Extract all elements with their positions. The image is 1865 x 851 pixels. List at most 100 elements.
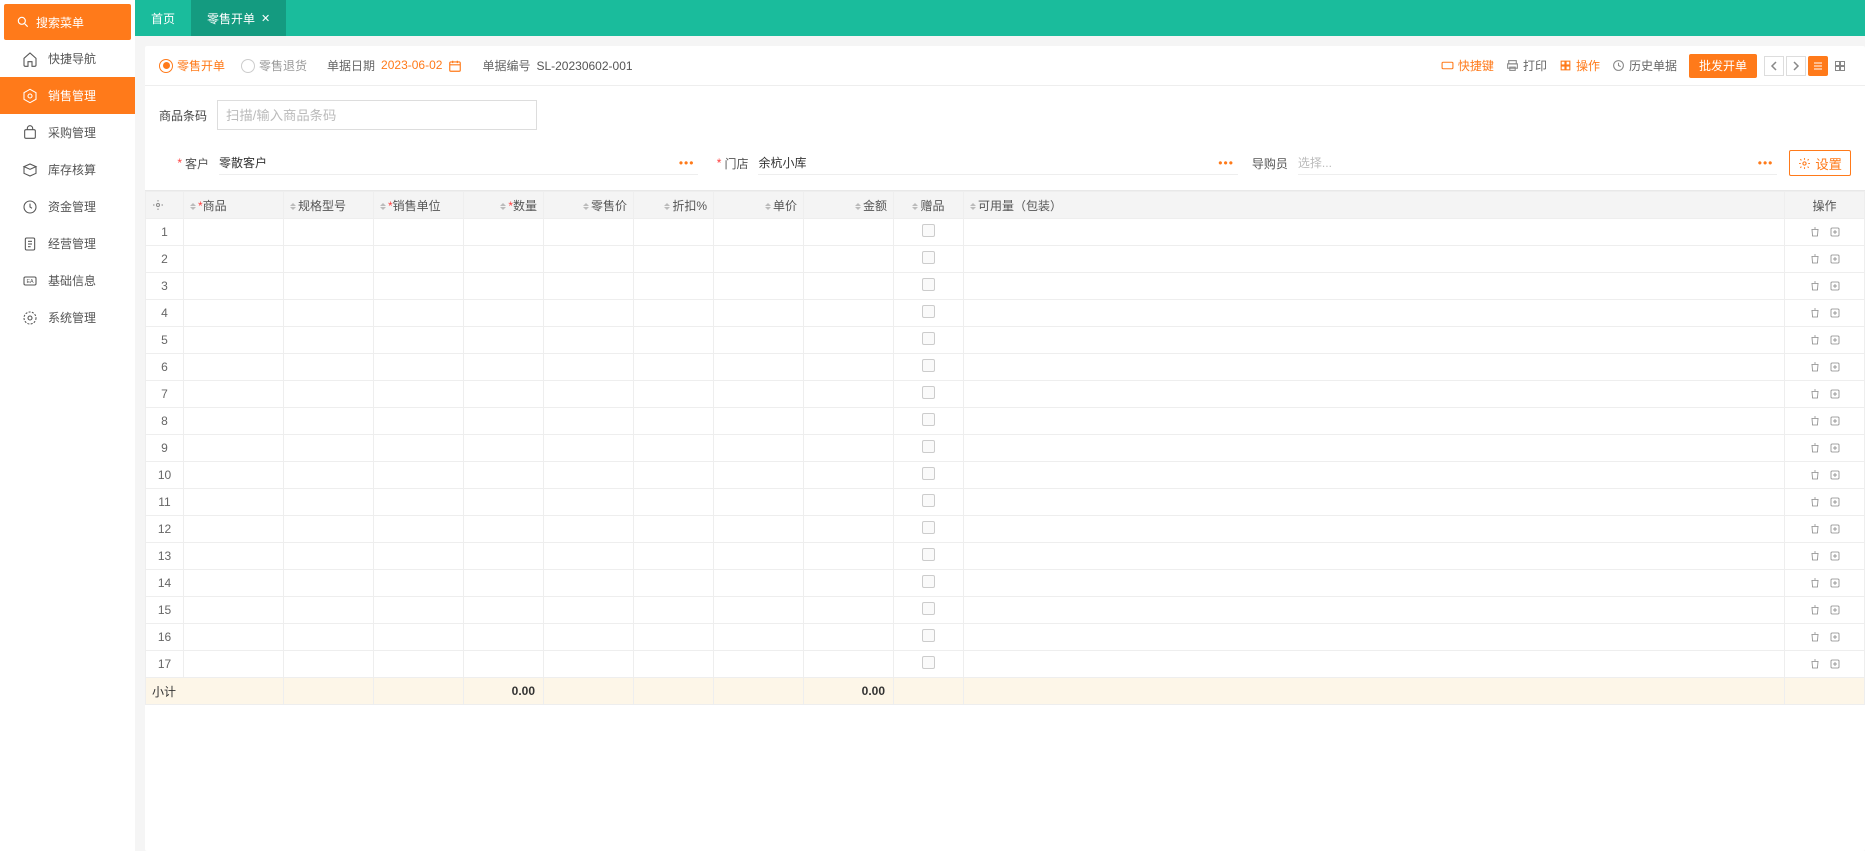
operate-button[interactable]: 操作 <box>1553 57 1606 74</box>
cell-price[interactable] <box>714 489 804 516</box>
customer-field[interactable]: *客户 零散客户••• <box>159 151 698 175</box>
cell-avail[interactable] <box>964 570 1785 597</box>
add-row-button[interactable] <box>1827 386 1843 402</box>
cell-amount[interactable] <box>804 219 894 246</box>
cell-retail[interactable] <box>544 516 634 543</box>
add-row-button[interactable] <box>1827 413 1843 429</box>
cell-avail[interactable] <box>964 651 1785 678</box>
delete-row-button[interactable] <box>1807 521 1823 537</box>
cell-price[interactable] <box>714 651 804 678</box>
table-row[interactable]: 9 <box>146 435 1865 462</box>
checkbox-icon[interactable] <box>922 494 935 507</box>
cell-avail[interactable] <box>964 219 1785 246</box>
add-row-button[interactable] <box>1827 359 1843 375</box>
cell-discount[interactable] <box>634 327 714 354</box>
cell-spec[interactable] <box>284 435 374 462</box>
cell-amount[interactable] <box>804 435 894 462</box>
checkbox-icon[interactable] <box>922 305 935 318</box>
cell-avail[interactable] <box>964 273 1785 300</box>
add-row-button[interactable] <box>1827 656 1843 672</box>
col-avail[interactable]: 可用量（包装） <box>964 192 1785 219</box>
table-row[interactable]: 17 <box>146 651 1865 678</box>
cell-unit[interactable] <box>374 489 464 516</box>
tab-1[interactable]: 零售开单✕ <box>191 0 286 36</box>
checkbox-icon[interactable] <box>922 656 935 669</box>
cell-discount[interactable] <box>634 570 714 597</box>
cell-price[interactable] <box>714 327 804 354</box>
table-row[interactable]: 14 <box>146 570 1865 597</box>
col-qty[interactable]: *数量 <box>464 192 544 219</box>
table-row[interactable]: 4 <box>146 300 1865 327</box>
delete-row-button[interactable] <box>1807 413 1823 429</box>
cell-amount[interactable] <box>804 543 894 570</box>
cell-retail[interactable] <box>544 408 634 435</box>
delete-row-button[interactable] <box>1807 656 1823 672</box>
table-row[interactable]: 1 <box>146 219 1865 246</box>
cell-product[interactable] <box>184 246 284 273</box>
history-button[interactable]: 历史单据 <box>1606 57 1683 74</box>
cell-gift[interactable] <box>894 543 964 570</box>
cell-amount[interactable] <box>804 597 894 624</box>
col-unit[interactable]: *销售单位 <box>374 192 464 219</box>
col-discount[interactable]: 折扣% <box>634 192 714 219</box>
delete-row-button[interactable] <box>1807 467 1823 483</box>
col-gear[interactable] <box>146 192 184 219</box>
cell-price[interactable] <box>714 462 804 489</box>
cell-gift[interactable] <box>894 489 964 516</box>
cell-gift[interactable] <box>894 246 964 273</box>
cell-spec[interactable] <box>284 516 374 543</box>
prev-doc-button[interactable] <box>1764 56 1784 76</box>
cell-amount[interactable] <box>804 408 894 435</box>
checkbox-icon[interactable] <box>922 224 935 237</box>
cell-retail[interactable] <box>544 435 634 462</box>
cell-discount[interactable] <box>634 462 714 489</box>
store-field[interactable]: *门店 余杭小库••• <box>698 151 1237 175</box>
checkbox-icon[interactable] <box>922 386 935 399</box>
delete-row-button[interactable] <box>1807 602 1823 618</box>
cell-avail[interactable] <box>964 246 1785 273</box>
cell-price[interactable] <box>714 624 804 651</box>
cell-product[interactable] <box>184 408 284 435</box>
cell-product[interactable] <box>184 624 284 651</box>
cell-gift[interactable] <box>894 462 964 489</box>
cell-avail[interactable] <box>964 597 1785 624</box>
delete-row-button[interactable] <box>1807 278 1823 294</box>
add-row-button[interactable] <box>1827 224 1843 240</box>
cell-price[interactable] <box>714 354 804 381</box>
col-product[interactable]: *商品 <box>184 192 284 219</box>
cell-spec[interactable] <box>284 489 374 516</box>
col-retail[interactable]: 零售价 <box>544 192 634 219</box>
checkbox-icon[interactable] <box>922 548 935 561</box>
cell-amount[interactable] <box>804 651 894 678</box>
cell-qty[interactable] <box>464 408 544 435</box>
add-row-button[interactable] <box>1827 548 1843 564</box>
cell-spec[interactable] <box>284 408 374 435</box>
cell-discount[interactable] <box>634 516 714 543</box>
nav-item-7[interactable]: 系统管理 <box>0 299 135 336</box>
cell-avail[interactable] <box>964 354 1785 381</box>
print-button[interactable]: 打印 <box>1500 57 1553 74</box>
cell-amount[interactable] <box>804 489 894 516</box>
cell-avail[interactable] <box>964 624 1785 651</box>
cell-retail[interactable] <box>544 381 634 408</box>
cell-retail[interactable] <box>544 273 634 300</box>
cell-retail[interactable] <box>544 543 634 570</box>
table-row[interactable]: 6 <box>146 354 1865 381</box>
cell-price[interactable] <box>714 570 804 597</box>
cell-gift[interactable] <box>894 273 964 300</box>
cell-discount[interactable] <box>634 543 714 570</box>
add-row-button[interactable] <box>1827 278 1843 294</box>
cell-gift[interactable] <box>894 408 964 435</box>
guide-field[interactable]: 导购员 选择...••• <box>1238 151 1777 175</box>
cell-qty[interactable] <box>464 543 544 570</box>
cell-spec[interactable] <box>284 219 374 246</box>
cell-product[interactable] <box>184 381 284 408</box>
cell-gift[interactable] <box>894 570 964 597</box>
cell-product[interactable] <box>184 219 284 246</box>
cell-unit[interactable] <box>374 300 464 327</box>
cell-product[interactable] <box>184 462 284 489</box>
cell-unit[interactable] <box>374 354 464 381</box>
add-row-button[interactable] <box>1827 305 1843 321</box>
cell-gift[interactable] <box>894 354 964 381</box>
cell-retail[interactable] <box>544 327 634 354</box>
